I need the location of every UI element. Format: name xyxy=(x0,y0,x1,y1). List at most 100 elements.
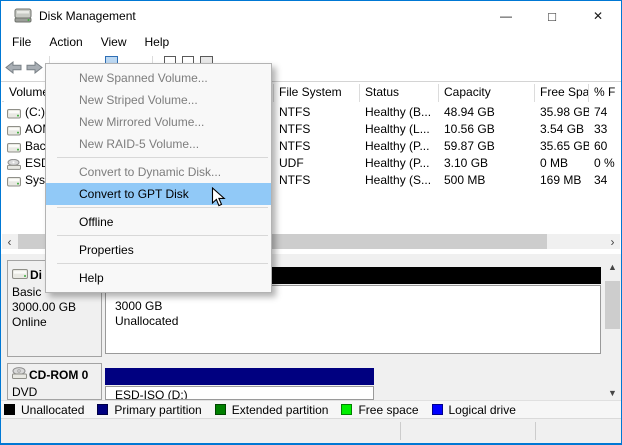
legend-swatch-logical-drive xyxy=(432,404,443,415)
column-header-capacity[interactable]: Capacity xyxy=(439,84,535,102)
cell-capacity: 59.87 GB xyxy=(439,138,535,155)
menu-separator xyxy=(57,235,268,236)
menu-item-convert-to-dynamic-disk: Convert to Dynamic Disk... xyxy=(46,161,271,183)
legend-item: Primary partition xyxy=(97,403,201,417)
column-header-free-spa[interactable]: Free Spa... xyxy=(535,84,589,102)
column-header-status[interactable]: Status xyxy=(360,84,439,102)
back-icon[interactable] xyxy=(5,61,22,77)
scroll-down-icon[interactable]: ▼ xyxy=(605,386,620,400)
disk-icon xyxy=(12,267,28,283)
cell-capacity: 48.94 GB xyxy=(439,104,535,121)
cdrom-partition-box[interactable]: ESD-ISO (D:) xyxy=(105,386,374,400)
cdrom-header-panel[interactable]: CD-ROM 0 DVD xyxy=(7,363,102,400)
forward-icon[interactable] xyxy=(26,61,43,77)
legend-swatch-free-space xyxy=(341,404,352,415)
status-bar xyxy=(1,418,621,443)
cell-status: Healthy (L... xyxy=(360,121,439,138)
cell-file-system: NTFS xyxy=(274,172,360,189)
menu-file[interactable]: File xyxy=(3,33,40,51)
cdrom-type: DVD xyxy=(12,385,99,400)
menu-separator xyxy=(57,157,268,158)
cell-file-system: UDF xyxy=(274,155,360,172)
disk-management-window: Disk Management — □ ✕ File Action View H… xyxy=(0,0,622,445)
partition-status-label: Unallocated xyxy=(115,314,600,329)
legend-label: Free space xyxy=(358,403,418,417)
window-title: Disk Management xyxy=(39,9,136,23)
cell-percent-free: 33 xyxy=(589,121,622,138)
legend-item: Logical drive xyxy=(432,403,516,417)
scrollbar-thumb[interactable] xyxy=(605,281,620,329)
legend-item: Unallocated xyxy=(4,403,84,417)
partition-size-label: 3000 GB xyxy=(115,299,600,314)
close-button[interactable]: ✕ xyxy=(575,1,621,31)
scroll-left-icon[interactable]: ‹ xyxy=(2,234,17,249)
legend-swatch-primary-partition xyxy=(97,404,108,415)
cell-capacity: 3.10 GB xyxy=(439,155,535,172)
maximize-button[interactable]: □ xyxy=(529,1,575,31)
vertical-scrollbar[interactable]: ▲ ▼ xyxy=(605,260,620,400)
cell-free-space: 3.54 GB xyxy=(535,121,589,138)
menu-bar: File Action View Help xyxy=(1,31,621,53)
menu-action[interactable]: Action xyxy=(40,33,91,51)
cell-capacity: 10.56 GB xyxy=(439,121,535,138)
cell-file-system: NTFS xyxy=(274,138,360,155)
disk-context-menu: New Spanned Volume...New Striped Volume.… xyxy=(45,63,272,293)
drive-icon xyxy=(7,107,21,121)
cell-status: Healthy (B... xyxy=(360,104,439,121)
cell-percent-free: 0 % xyxy=(589,155,622,172)
menu-item-new-raid-5-volume: New RAID-5 Volume... xyxy=(46,133,271,155)
menu-item-properties[interactable]: Properties xyxy=(46,239,271,261)
legend-label: Logical drive xyxy=(449,403,516,417)
drive-icon xyxy=(7,124,21,138)
legend-swatch-extended-partition xyxy=(215,404,226,415)
drive-icon xyxy=(7,175,21,189)
disk-status: Online xyxy=(12,315,99,330)
statusbar-divider xyxy=(400,422,401,440)
cdrom-icon xyxy=(12,367,27,383)
cell-free-space: 35.98 GB xyxy=(535,104,589,121)
menu-help[interactable]: Help xyxy=(136,33,179,51)
cell-percent-free: 34 xyxy=(589,172,622,189)
legend-label: Unallocated xyxy=(21,403,84,417)
menu-item-offline[interactable]: Offline xyxy=(46,211,271,233)
legend-item: Free space xyxy=(341,403,418,417)
cdrom-volume-label: ESD-ISO (D:) xyxy=(115,388,373,400)
cell-free-space: 0 MB xyxy=(535,155,589,172)
menu-item-new-striped-volume: New Striped Volume... xyxy=(46,89,271,111)
cell-free-space: 35.65 GB xyxy=(535,138,589,155)
cell-free-space: 169 MB xyxy=(535,172,589,189)
column-header-file-system[interactable]: File System xyxy=(274,84,360,102)
scroll-right-icon[interactable]: › xyxy=(605,234,620,249)
cell-file-system: NTFS xyxy=(274,121,360,138)
legend-swatch-unallocated xyxy=(4,404,15,415)
menu-item-new-mirrored-volume: New Mirrored Volume... xyxy=(46,111,271,133)
cell-status: Healthy (P... xyxy=(360,155,439,172)
drive-icon xyxy=(7,141,21,155)
cell-capacity: 500 MB xyxy=(439,172,535,189)
legend-label: Primary partition xyxy=(114,403,201,417)
menu-item-convert-to-gpt-disk[interactable]: Convert to GPT Disk xyxy=(46,183,271,205)
menu-item-new-spanned-volume: New Spanned Volume... xyxy=(46,67,271,89)
cell-status: Healthy (S... xyxy=(360,172,439,189)
disk-name: Di xyxy=(30,268,42,283)
menu-view[interactable]: View xyxy=(92,33,136,51)
mouse-cursor-icon xyxy=(211,187,226,211)
legend-label: Extended partition xyxy=(232,403,329,417)
primary-partition-color-strip xyxy=(105,368,374,385)
cdrom-name: CD-ROM 0 xyxy=(29,368,88,383)
menu-separator xyxy=(57,263,268,264)
cd-icon xyxy=(7,158,21,172)
minimize-button[interactable]: — xyxy=(483,1,529,31)
cell-status: Healthy (P... xyxy=(360,138,439,155)
legend-item: Extended partition xyxy=(215,403,329,417)
unallocated-partition-box[interactable]: 3000 GB Unallocated xyxy=(105,285,601,354)
legend-bar: Unallocated Primary partition Extended par… xyxy=(1,400,621,418)
menu-separator xyxy=(57,207,268,208)
scroll-up-icon[interactable]: ▲ xyxy=(605,260,620,274)
cell-percent-free: 74 xyxy=(589,104,622,121)
disk-management-app-icon xyxy=(14,8,32,26)
title-bar: Disk Management — □ ✕ xyxy=(1,1,621,31)
column-header-f[interactable]: % F xyxy=(589,84,622,102)
disk-size: 3000.00 GB xyxy=(12,300,99,315)
menu-item-help[interactable]: Help xyxy=(46,267,271,289)
